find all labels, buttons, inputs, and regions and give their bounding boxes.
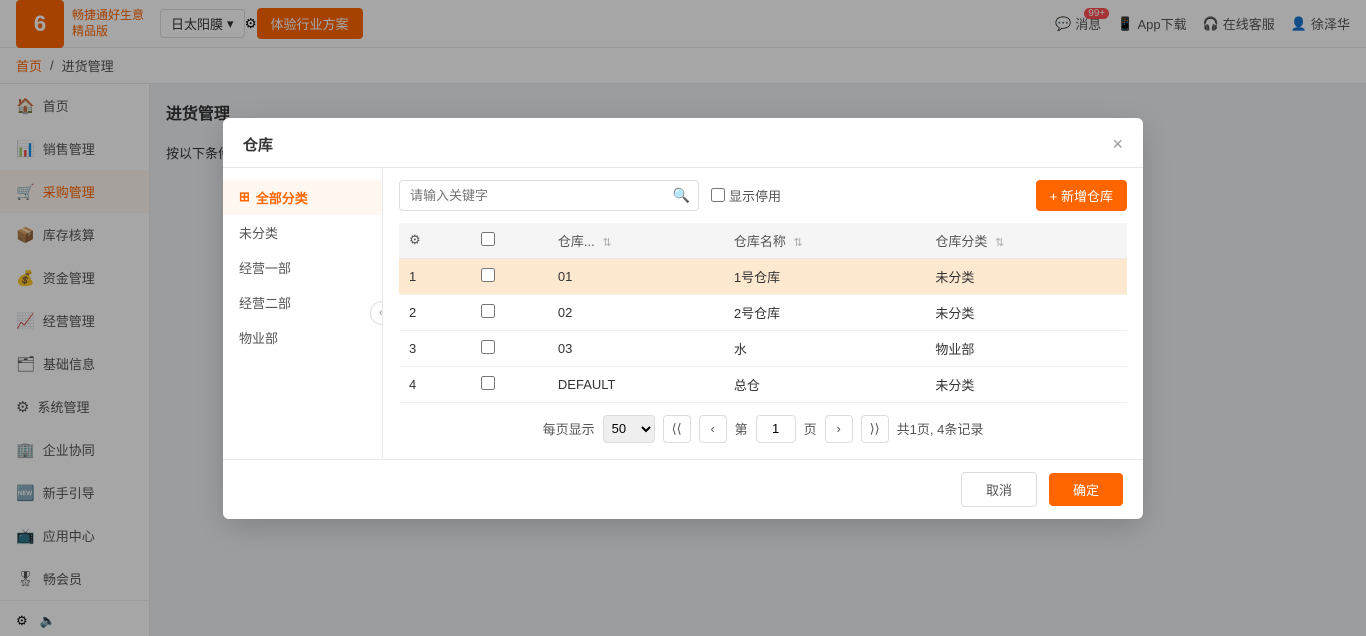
category-all[interactable]: ⊞ 全部分类 bbox=[223, 180, 382, 215]
page-number-input[interactable] bbox=[756, 415, 796, 443]
row-category: 未分类 bbox=[925, 366, 1127, 402]
modal-overlay[interactable]: 仓库 × ⊞ 全部分类 未分类 经营一部 经营二部 物业部 « bbox=[0, 0, 1366, 636]
confirm-button[interactable]: 确定 bbox=[1049, 473, 1123, 506]
table-row[interactable]: 2 02 2号仓库 未分类 bbox=[399, 294, 1127, 330]
prev-page-button[interactable]: ‹ bbox=[699, 415, 727, 443]
show-disabled-label[interactable]: 显示停用 bbox=[711, 186, 781, 205]
row-code: 02 bbox=[548, 294, 724, 330]
table-toolbar: 🔍 显示停用 + 新增仓库 bbox=[399, 180, 1127, 211]
sort-code-icon: ⇅ bbox=[602, 237, 611, 249]
modal-header: 仓库 × bbox=[223, 118, 1143, 168]
row-checkbox[interactable] bbox=[471, 294, 548, 330]
warehouse-modal: 仓库 × ⊞ 全部分类 未分类 经营一部 经营二部 物业部 « bbox=[223, 118, 1143, 519]
page-size-select[interactable]: 50 10 20 100 bbox=[603, 415, 655, 443]
table-row[interactable]: 1 01 1号仓库 未分类 bbox=[399, 258, 1127, 294]
show-disabled-checkbox[interactable] bbox=[711, 188, 725, 202]
row-checkbox[interactable] bbox=[471, 330, 548, 366]
row-index: 3 bbox=[399, 330, 471, 366]
table-panel: 🔍 显示停用 + 新增仓库 ⚙ bbox=[383, 168, 1143, 459]
table-row[interactable]: 3 03 水 物业部 bbox=[399, 330, 1127, 366]
category-item-unclassified[interactable]: 未分类 bbox=[223, 215, 382, 250]
add-warehouse-button[interactable]: + 新增仓库 bbox=[1036, 180, 1127, 211]
modal-body: ⊞ 全部分类 未分类 经营一部 经营二部 物业部 « 🔍 bbox=[223, 168, 1143, 459]
col-checkbox bbox=[471, 223, 548, 259]
category-item-dept2[interactable]: 经营二部 bbox=[223, 285, 382, 320]
row-category: 未分类 bbox=[925, 258, 1127, 294]
select-all-checkbox[interactable] bbox=[481, 232, 495, 246]
warehouse-table: ⚙ 仓库... ⇅ 仓库名称 ⇅ bbox=[399, 223, 1127, 403]
col-category[interactable]: 仓库分类 ⇅ bbox=[925, 223, 1127, 259]
row-category: 物业部 bbox=[925, 330, 1127, 366]
next-page-button[interactable]: › bbox=[825, 415, 853, 443]
row-name: 总仓 bbox=[724, 366, 926, 402]
row-code: 03 bbox=[548, 330, 724, 366]
category-item-property[interactable]: 物业部 bbox=[223, 320, 382, 355]
row-checkbox[interactable] bbox=[471, 258, 548, 294]
row-name: 水 bbox=[724, 330, 926, 366]
sort-name-icon: ⇅ bbox=[793, 237, 802, 249]
category-item-dept1[interactable]: 经营一部 bbox=[223, 250, 382, 285]
modal-close-button[interactable]: × bbox=[1112, 134, 1123, 155]
modal-footer: 取消 确定 bbox=[223, 459, 1143, 519]
col-name[interactable]: 仓库名称 ⇅ bbox=[724, 223, 926, 259]
row-category: 未分类 bbox=[925, 294, 1127, 330]
row-name: 2号仓库 bbox=[724, 294, 926, 330]
modal-title: 仓库 bbox=[243, 134, 273, 155]
sort-category-icon: ⇅ bbox=[995, 237, 1004, 249]
col-code[interactable]: 仓库... ⇅ bbox=[548, 223, 724, 259]
row-checkbox[interactable] bbox=[471, 366, 548, 402]
row-index: 4 bbox=[399, 366, 471, 402]
table-row[interactable]: 4 DEFAULT 总仓 未分类 bbox=[399, 366, 1127, 402]
search-button[interactable]: 🔍 bbox=[665, 181, 698, 210]
row-code: DEFAULT bbox=[548, 366, 724, 402]
last-page-button[interactable]: ⟩⟩ bbox=[861, 415, 889, 443]
category-panel: ⊞ 全部分类 未分类 经营一部 经营二部 物业部 « bbox=[223, 168, 383, 459]
col-settings: ⚙ bbox=[399, 223, 471, 259]
row-index: 2 bbox=[399, 294, 471, 330]
category-all-icon: ⊞ bbox=[239, 189, 250, 205]
search-input[interactable] bbox=[400, 182, 665, 209]
pagination: 每页显示 50 10 20 100 ⟨⟨ ‹ 第 页 › ⟩⟩ 共1页, 4条记… bbox=[399, 403, 1127, 447]
row-index: 1 bbox=[399, 258, 471, 294]
row-code: 01 bbox=[548, 258, 724, 294]
row-name: 1号仓库 bbox=[724, 258, 926, 294]
cancel-button[interactable]: 取消 bbox=[961, 472, 1037, 507]
search-box: 🔍 bbox=[399, 180, 699, 211]
first-page-button[interactable]: ⟨⟨ bbox=[663, 415, 691, 443]
